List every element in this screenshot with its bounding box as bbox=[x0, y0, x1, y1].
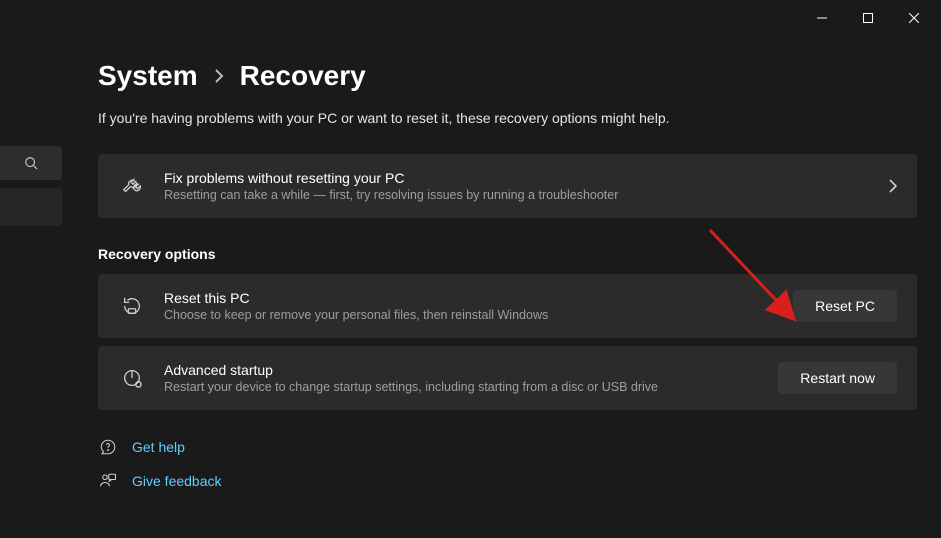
give-feedback-link[interactable]: Give feedback bbox=[98, 472, 917, 490]
troubleshoot-body: Fix problems without resetting your PC R… bbox=[164, 170, 871, 202]
advanced-body: Advanced startup Restart your device to … bbox=[164, 362, 760, 394]
reset-icon bbox=[118, 295, 146, 317]
breadcrumb: System Recovery bbox=[98, 60, 917, 92]
advanced-title: Advanced startup bbox=[164, 362, 760, 378]
get-help-label: Get help bbox=[132, 439, 185, 455]
give-feedback-label: Give feedback bbox=[132, 473, 222, 489]
help-icon bbox=[98, 438, 118, 456]
wrench-icon bbox=[118, 175, 146, 197]
search-input[interactable] bbox=[0, 146, 62, 180]
footer-links: Get help Give feedback bbox=[98, 438, 917, 490]
reset-subtitle: Choose to keep or remove your personal f… bbox=[164, 308, 775, 322]
reset-title: Reset this PC bbox=[164, 290, 775, 306]
reset-pc-card: Reset this PC Choose to keep or remove y… bbox=[98, 274, 917, 338]
content-area: System Recovery If you're having problem… bbox=[0, 36, 941, 538]
breadcrumb-current: Recovery bbox=[240, 60, 366, 92]
advanced-subtitle: Restart your device to change startup se… bbox=[164, 380, 760, 394]
power-settings-icon bbox=[118, 367, 146, 389]
close-button[interactable] bbox=[891, 2, 937, 34]
chevron-right-icon bbox=[214, 69, 224, 83]
troubleshoot-card[interactable]: Fix problems without resetting your PC R… bbox=[98, 154, 917, 218]
troubleshoot-title: Fix problems without resetting your PC bbox=[164, 170, 871, 186]
recovery-options-label: Recovery options bbox=[98, 246, 917, 262]
reset-pc-button[interactable]: Reset PC bbox=[793, 290, 897, 322]
get-help-link[interactable]: Get help bbox=[98, 438, 917, 456]
search-icon bbox=[24, 156, 38, 170]
restart-now-button[interactable]: Restart now bbox=[778, 362, 897, 394]
feedback-icon bbox=[98, 472, 118, 490]
intro-text: If you're having problems with your PC o… bbox=[98, 110, 917, 126]
chevron-right-icon bbox=[889, 179, 897, 193]
sidebar-nav-item[interactable] bbox=[0, 188, 62, 226]
troubleshoot-subtitle: Resetting can take a while — first, try … bbox=[164, 188, 871, 202]
reset-body: Reset this PC Choose to keep or remove y… bbox=[164, 290, 775, 322]
main-panel: System Recovery If you're having problem… bbox=[98, 60, 917, 538]
breadcrumb-parent[interactable]: System bbox=[98, 60, 198, 92]
advanced-startup-card: Advanced startup Restart your device to … bbox=[98, 346, 917, 410]
maximize-button[interactable] bbox=[845, 2, 891, 34]
titlebar bbox=[0, 0, 941, 36]
minimize-button[interactable] bbox=[799, 2, 845, 34]
